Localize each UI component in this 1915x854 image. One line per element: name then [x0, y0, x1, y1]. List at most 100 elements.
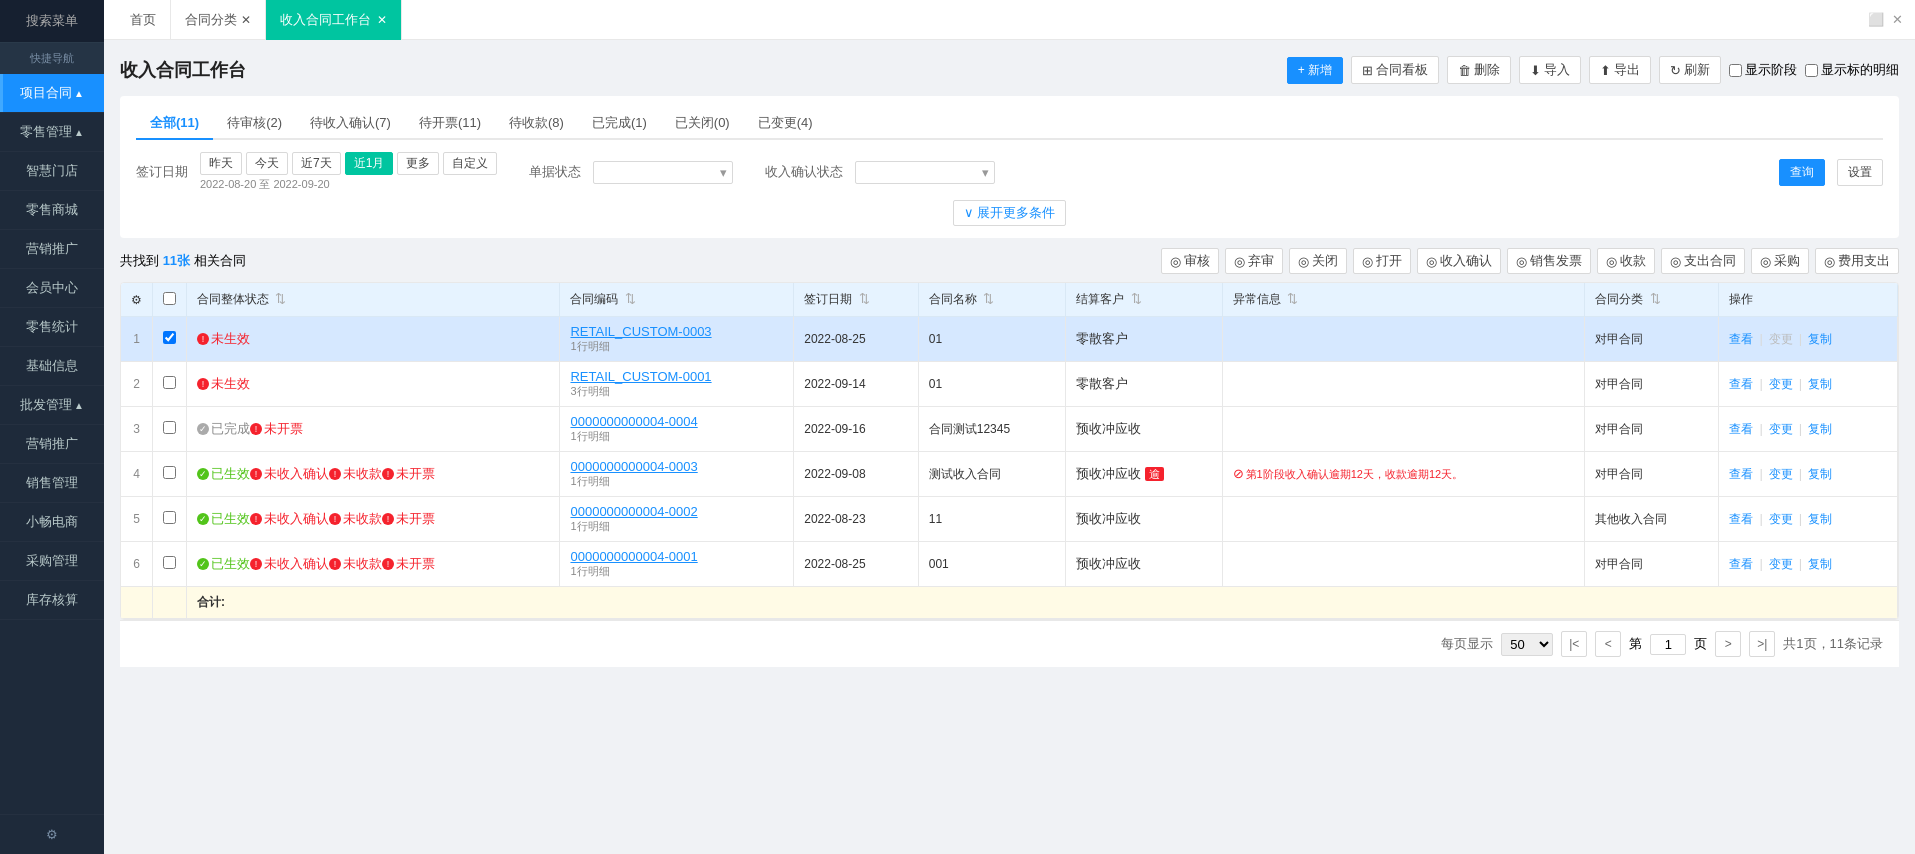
row-action-查看[interactable]: 查看: [1729, 421, 1753, 438]
sidebar-search[interactable]: 搜索菜单: [0, 0, 104, 43]
refresh-button[interactable]: ↻ 刷新: [1659, 56, 1721, 84]
sidebar-item-member[interactable]: 会员中心: [0, 269, 104, 308]
contract-code-link[interactable]: 0000000000004-0004: [570, 414, 697, 429]
date-shortcut-自定义[interactable]: 自定义: [443, 152, 497, 175]
row-action-复制[interactable]: 复制: [1808, 421, 1832, 438]
row-checkbox[interactable]: [153, 317, 187, 362]
status-tab-待开票(11)[interactable]: 待开票(11): [405, 108, 495, 140]
row-action-变更[interactable]: 变更: [1769, 511, 1793, 528]
row-checkbox[interactable]: [153, 452, 187, 497]
row-select-checkbox[interactable]: [163, 331, 176, 344]
action-btn-收入确认[interactable]: ◎收入确认: [1417, 248, 1501, 274]
action-btn-弃审[interactable]: ◎弃审: [1225, 248, 1283, 274]
category-sort-icon[interactable]: ⇅: [1650, 291, 1661, 306]
sidebar-item-marketing[interactable]: 营销推广: [0, 230, 104, 269]
status-tab-已关闭(0)[interactable]: 已关闭(0): [661, 108, 744, 140]
tab-首页[interactable]: 首页: [116, 0, 171, 40]
export-button[interactable]: ⬆ 导出: [1589, 56, 1651, 84]
new-button[interactable]: + 新增: [1287, 57, 1343, 84]
sidebar-item-retail_mall[interactable]: 零售商城: [0, 191, 104, 230]
date-sort-icon[interactable]: ⇅: [859, 291, 870, 306]
action-btn-审核[interactable]: ◎审核: [1161, 248, 1219, 274]
status-sort-icon[interactable]: ⇅: [275, 291, 286, 306]
prev-page-button[interactable]: <: [1595, 631, 1621, 657]
row-select-checkbox[interactable]: [163, 421, 176, 434]
sidebar-settings[interactable]: ⚙: [0, 814, 104, 854]
row-action-复制[interactable]: 复制: [1808, 511, 1832, 528]
action-btn-支出合同[interactable]: ◎支出合同: [1661, 248, 1745, 274]
kanban-button[interactable]: ⊞ 合同看板: [1351, 56, 1439, 84]
action-btn-打开[interactable]: ◎打开: [1353, 248, 1411, 274]
doc-status-select[interactable]: [593, 161, 733, 184]
action-btn-收款[interactable]: ◎收款: [1597, 248, 1655, 274]
action-btn-销售发票[interactable]: ◎销售发票: [1507, 248, 1591, 274]
contract-code-link[interactable]: RETAIL_CUSTOM-0001: [570, 369, 711, 384]
page-size-select[interactable]: 50 10 20 100: [1501, 633, 1553, 656]
tab-close-icon[interactable]: ✕: [241, 13, 251, 27]
row-select-checkbox[interactable]: [163, 556, 176, 569]
customer-sort-icon[interactable]: ⇅: [1131, 291, 1142, 306]
row-action-查看[interactable]: 查看: [1729, 331, 1753, 348]
contract-code-link[interactable]: RETAIL_CUSTOM-0003: [570, 324, 711, 339]
row-action-复制[interactable]: 复制: [1808, 466, 1832, 483]
row-select-checkbox[interactable]: [163, 466, 176, 479]
date-shortcut-更多[interactable]: 更多: [397, 152, 439, 175]
row-action-复制[interactable]: 复制: [1808, 331, 1832, 348]
code-sort-icon[interactable]: ⇅: [625, 291, 636, 306]
date-shortcut-近1月[interactable]: 近1月: [345, 152, 394, 175]
date-shortcut-昨天[interactable]: 昨天: [200, 152, 242, 175]
first-page-button[interactable]: |<: [1561, 631, 1587, 657]
sidebar-item-sales_mgmt[interactable]: 销售管理: [0, 464, 104, 503]
tabbar-end[interactable]: ⬜ ✕: [1868, 12, 1903, 27]
row-action-查看[interactable]: 查看: [1729, 376, 1753, 393]
contract-code-link[interactable]: 0000000000004-0003: [570, 459, 697, 474]
sidebar-item-base_info[interactable]: 基础信息: [0, 347, 104, 386]
checkbox-column-header[interactable]: [153, 283, 187, 317]
row-action-变更[interactable]: 变更: [1769, 466, 1793, 483]
show-details-checkbox[interactable]: 显示标的明细: [1805, 61, 1899, 79]
sidebar-item-wholesale[interactable]: 批发管理▲: [0, 386, 104, 425]
date-shortcut-今天[interactable]: 今天: [246, 152, 288, 175]
row-select-checkbox[interactable]: [163, 376, 176, 389]
sidebar-item-project[interactable]: 项目合同▲: [0, 74, 104, 113]
query-button[interactable]: 查询: [1779, 159, 1825, 186]
abnormal-sort-icon[interactable]: ⇅: [1287, 291, 1298, 306]
sidebar-item-inventory[interactable]: 库存核算: [0, 581, 104, 620]
receive-confirm-select[interactable]: [855, 161, 995, 184]
action-btn-费用支出[interactable]: ◎费用支出: [1815, 248, 1899, 274]
row-select-checkbox[interactable]: [163, 511, 176, 524]
row-checkbox[interactable]: [153, 497, 187, 542]
sidebar-item-xiaochu[interactable]: 小畅电商: [0, 503, 104, 542]
show-stages-checkbox[interactable]: 显示阶段: [1729, 61, 1797, 79]
sidebar-quick-nav[interactable]: 快捷导航: [0, 43, 104, 74]
row-action-变更[interactable]: 变更: [1769, 376, 1793, 393]
row-action-查看[interactable]: 查看: [1729, 466, 1753, 483]
close-window-icon[interactable]: ✕: [1892, 12, 1903, 27]
status-tab-已变更(4)[interactable]: 已变更(4): [744, 108, 827, 140]
row-checkbox[interactable]: [153, 362, 187, 407]
sidebar-item-purchase[interactable]: 采购管理: [0, 542, 104, 581]
row-action-变更[interactable]: 变更: [1769, 556, 1793, 573]
date-shortcut-近7天[interactable]: 近7天: [292, 152, 341, 175]
status-tab-待收款(8)[interactable]: 待收款(8): [495, 108, 578, 140]
settings-filter-button[interactable]: 设置: [1837, 159, 1883, 186]
page-input[interactable]: [1650, 634, 1686, 655]
status-tab-全部(11)[interactable]: 全部(11): [136, 108, 213, 140]
tab-合同分类[interactable]: 合同分类 ✕: [171, 0, 266, 40]
sidebar-item-marketing2[interactable]: 营销推广: [0, 425, 104, 464]
status-tab-待审核(2)[interactable]: 待审核(2): [213, 108, 296, 140]
import-button[interactable]: ⬇ 导入: [1519, 56, 1581, 84]
last-page-button[interactable]: >|: [1749, 631, 1775, 657]
next-page-button[interactable]: >: [1715, 631, 1741, 657]
name-sort-icon[interactable]: ⇅: [983, 291, 994, 306]
select-all-checkbox[interactable]: [163, 292, 176, 305]
delete-button[interactable]: 🗑 删除: [1447, 56, 1511, 84]
tab-close-icon[interactable]: ✕: [377, 0, 387, 40]
expand-filter-button[interactable]: ∨ 展开更多条件: [953, 200, 1066, 226]
action-btn-关闭[interactable]: ◎关闭: [1289, 248, 1347, 274]
row-checkbox[interactable]: [153, 407, 187, 452]
tab-收入合同工作台[interactable]: 收入合同工作台 ✕: [266, 0, 402, 40]
row-action-复制[interactable]: 复制: [1808, 556, 1832, 573]
sidebar-item-retail[interactable]: 零售管理▲: [0, 113, 104, 152]
gear-column-header[interactable]: ⚙: [121, 283, 153, 317]
